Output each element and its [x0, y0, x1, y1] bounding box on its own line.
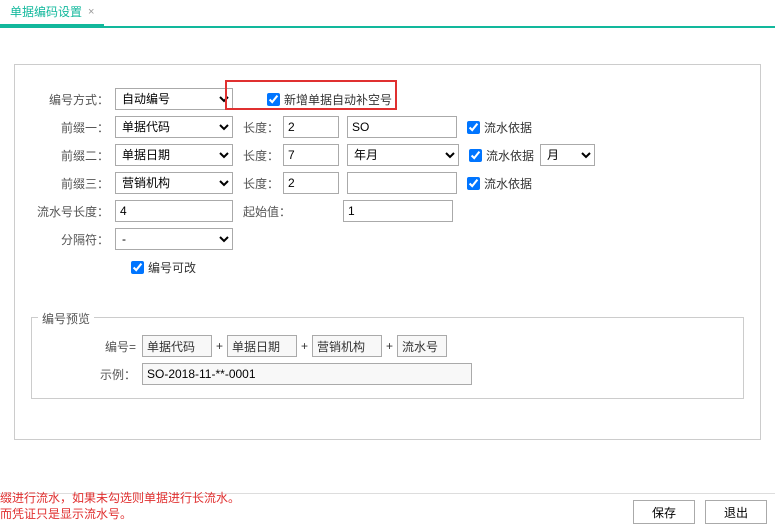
tab-document-code-settings[interactable]: 单据编码设置 ×	[0, 0, 104, 26]
plus-icon: +	[297, 339, 312, 353]
form-panel: 编号方式： 自动编号 新增单据自动补空号 前缀一： 单据代码 长度： 流水依据 …	[14, 64, 761, 440]
startval-label: 起始值：	[233, 203, 295, 220]
flow2-checkbox[interactable]	[469, 149, 482, 162]
footer-note: 缀进行流水，如果未勾选则单据进行长流水。 而凭证只是显示流水号。	[0, 490, 240, 522]
preview-example	[142, 363, 472, 385]
flow3-checkbox[interactable]	[467, 177, 480, 190]
editable-label: 编号可改	[148, 259, 196, 276]
exit-button[interactable]: 退出	[705, 500, 767, 524]
plus-icon: +	[212, 339, 227, 353]
flow2-label: 流水依据	[486, 147, 534, 164]
footer-note-line2: 而凭证只是显示流水号。	[0, 506, 240, 522]
preview-legend: 编号预览	[38, 310, 94, 327]
prefix3-select[interactable]: 营销机构	[115, 172, 233, 194]
prefix1-select[interactable]: 单据代码	[115, 116, 233, 138]
preview-fieldset: 编号预览 编号= 单据代码 + 单据日期 + 营销机构 + 流水号 示例：	[31, 317, 744, 399]
len3-input[interactable]	[283, 172, 339, 194]
flow1-checkbox[interactable]	[467, 121, 480, 134]
month-select[interactable]: 月	[540, 144, 595, 166]
close-icon[interactable]: ×	[88, 6, 94, 18]
serial-len-input[interactable]	[115, 200, 233, 222]
len1-label: 长度：	[233, 119, 283, 136]
auto-fill-checkbox[interactable]	[267, 93, 280, 106]
preview-seg4: 流水号	[397, 335, 447, 357]
preview-seg1: 单据代码	[142, 335, 212, 357]
separator-label: 分隔符：	[25, 231, 115, 248]
separator-select[interactable]: -	[115, 228, 233, 250]
date-format-select[interactable]: 年月	[347, 144, 459, 166]
tab-title: 单据编码设置	[10, 3, 82, 20]
prefix1-label: 前缀一：	[25, 119, 115, 136]
prefix2-label: 前缀二：	[25, 147, 115, 164]
val3-input[interactable]	[347, 172, 457, 194]
prefix3-label: 前缀三：	[25, 175, 115, 192]
preview-num-label: 编号=	[42, 338, 142, 355]
len1-input[interactable]	[283, 116, 339, 138]
val1-input[interactable]	[347, 116, 457, 138]
len3-label: 长度：	[233, 175, 283, 192]
encode-mode-select[interactable]: 自动编号	[115, 88, 233, 110]
encode-mode-label: 编号方式：	[25, 91, 115, 108]
flow1-label: 流水依据	[484, 119, 532, 136]
len2-label: 长度：	[233, 147, 283, 164]
flow3-label: 流水依据	[484, 175, 532, 192]
preview-ex-label: 示例：	[42, 366, 142, 383]
footer-note-line1: 缀进行流水，如果未勾选则单据进行长流水。	[0, 490, 240, 506]
len2-input[interactable]	[283, 144, 339, 166]
plus-icon: +	[382, 339, 397, 353]
preview-seg3: 营销机构	[312, 335, 382, 357]
save-button[interactable]: 保存	[633, 500, 695, 524]
auto-fill-label: 新增单据自动补空号	[284, 91, 392, 108]
preview-seg2: 单据日期	[227, 335, 297, 357]
serial-len-label: 流水号长度：	[25, 203, 115, 220]
prefix2-select[interactable]: 单据日期	[115, 144, 233, 166]
editable-checkbox[interactable]	[131, 261, 144, 274]
startval-input[interactable]	[343, 200, 453, 222]
